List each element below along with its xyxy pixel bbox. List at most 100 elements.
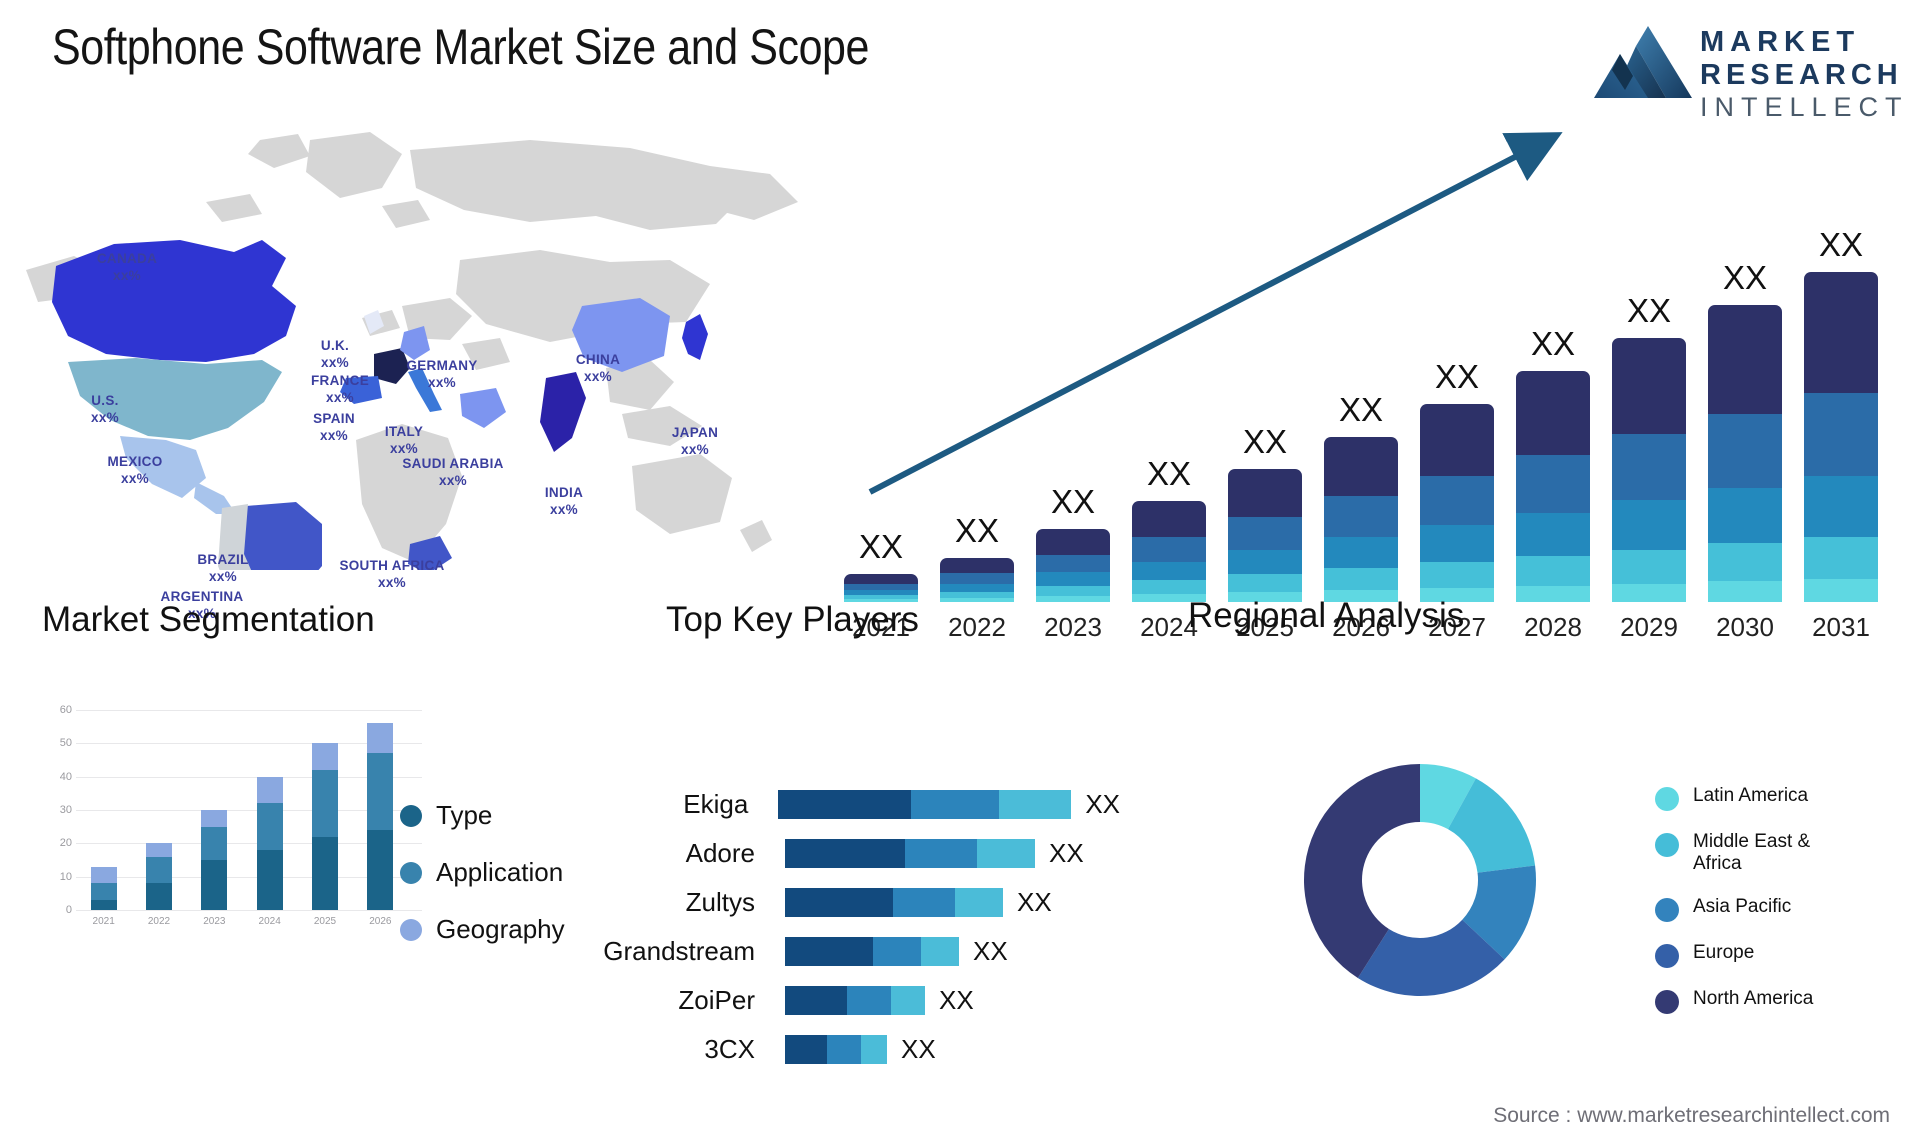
forecast-segment-layer-2	[1612, 549, 1686, 584]
segmentation-segment-type	[256, 850, 283, 910]
segmentation-segment-type	[201, 860, 228, 910]
map-label-value: xx%	[209, 569, 237, 585]
key-player-value: XX	[1085, 788, 1120, 819]
legend-dot-icon	[400, 918, 422, 941]
forecast-bar-stack	[844, 574, 918, 602]
regional-legend-label: Middle East & Africa	[1693, 831, 1811, 875]
legend-dot-icon	[400, 804, 422, 827]
legend-dot-icon	[1655, 897, 1679, 922]
regional-title: Regional Analysis	[1188, 596, 1465, 635]
forecast-bar-value: XX	[1434, 357, 1480, 395]
forecast-segment-layer-3	[1132, 561, 1206, 581]
segmentation-segment-geography	[146, 843, 172, 857]
forecast-segment-layer-1-bottom	[1516, 585, 1590, 602]
regional-legend-item: Middle East & Africa	[1655, 831, 1843, 876]
forecast-segment-layer-1-bottom	[1708, 581, 1782, 602]
map-label-spain: SPAIN xx%	[313, 410, 355, 445]
forecast-segment-layer-2	[1036, 585, 1110, 596]
key-player-segment-segment-a	[778, 789, 912, 819]
forecast-bar-value: XX	[1050, 483, 1096, 521]
key-player-segment-segment-a	[785, 1034, 827, 1064]
segmentation-y-tick: 40	[59, 770, 72, 783]
regional-legend-label: Asia Pacific	[1693, 895, 1792, 917]
map-label-india: INDIA xx%	[545, 484, 583, 519]
segmentation-segment-geography	[90, 866, 117, 884]
map-label-country: JAPAN	[671, 425, 719, 440]
segmentation-segment-geography	[201, 810, 228, 827]
regional-legend: Latin America Middle East & Africa Asia Pa…	[1655, 785, 1843, 1034]
key-player-name: Adore	[685, 837, 755, 868]
key-player-value: XX	[939, 984, 974, 1015]
forecast-year-label: 2031	[1812, 612, 1870, 642]
legend-dot-icon	[400, 861, 422, 884]
forecast-bar-2022: XX 2022	[940, 512, 1014, 642]
segmentation-legend: Type Application Geography	[400, 800, 565, 971]
key-player-segment-segment-b	[911, 789, 1000, 819]
forecast-bar-2026: XX 2026	[1324, 391, 1398, 642]
forecast-segment-layer-3	[1708, 487, 1782, 544]
regional-legend-item: Latin America	[1655, 785, 1843, 811]
forecast-segment-layer-3	[1228, 549, 1302, 575]
forecast-year-label: 2029	[1620, 612, 1678, 642]
map-label-value: xx%	[550, 502, 578, 518]
forecast-segment-layer-4	[1612, 434, 1686, 501]
forecast-bar-value: XX	[1722, 258, 1768, 296]
key-player-segment-segment-b	[827, 1034, 861, 1064]
segmentation-segment-geography	[367, 723, 394, 754]
segmentation-gridline	[76, 710, 422, 711]
segmentation-x-tick: 2025	[313, 916, 337, 927]
forecast-segment-layer-1-bottom	[1036, 595, 1110, 602]
forecast-bar-2023: XX 2023	[1036, 483, 1110, 642]
forecast-segment-layer-4	[1132, 537, 1206, 562]
forecast-bar-value: XX	[1242, 423, 1288, 461]
map-label-u-s-: U.S. xx%	[91, 392, 119, 427]
forecast-segment-layer-2	[1516, 555, 1590, 586]
forecast-bar-stack	[1132, 501, 1206, 602]
forecast-segment-layer-5-top	[1228, 469, 1302, 517]
forecast-segment-layer-3	[1324, 537, 1398, 569]
map-label-country: MEXICO	[107, 454, 163, 469]
forecast-segment-layer-3	[1612, 500, 1686, 550]
segmentation-segment-application	[146, 856, 172, 884]
forecast-segment-layer-5-top	[1420, 403, 1494, 476]
key-player-bar	[778, 789, 1072, 819]
segmentation-segment-application	[90, 883, 117, 900]
forecast-segment-layer-5-top	[1804, 272, 1878, 394]
forecast-bar-stack	[940, 557, 1014, 602]
forecast-segment-layer-5-top	[844, 574, 918, 584]
segmentation-y-tick: 60	[59, 704, 72, 716]
segmentation-x-tick: 2021	[92, 916, 115, 927]
segmentation-plot: 0 10 20 30 40 50 60 2021 2022 2023 2024 2025 2026	[42, 704, 422, 927]
map-label-country: SOUTH AFRICA	[339, 558, 445, 573]
key-player-bar	[785, 1034, 887, 1064]
legend-dot-icon	[1655, 787, 1679, 811]
forecast-segment-layer-4	[1804, 393, 1878, 476]
forecast-bar-2030: XX 2030	[1708, 259, 1782, 642]
key-player-name: Zultys	[685, 886, 755, 917]
map-label-south-africa: SOUTH AFRICA xx%	[339, 557, 444, 592]
key-player-value: XX	[1049, 837, 1084, 868]
forecast-segment-layer-2	[1708, 543, 1782, 582]
forecast-bar-value: XX	[1530, 324, 1576, 362]
segmentation-bar-2021: 2021	[90, 866, 117, 927]
segmentation-segment-geography	[256, 776, 283, 804]
key-player-row: Adore XX	[600, 829, 1120, 877]
map-label-brazil: BRAZIL xx%	[197, 551, 248, 586]
regional-legend-label: Latin America	[1693, 785, 1809, 806]
map-label-mexico: MEXICO xx%	[107, 453, 162, 488]
map-label-value: xx%	[326, 390, 354, 406]
forecast-segment-layer-2	[1420, 561, 1494, 588]
segmentation-segment-type	[367, 830, 394, 910]
key-player-row: 3CX XX	[600, 1025, 1120, 1073]
key-player-segment-segment-c	[921, 936, 959, 966]
key-player-name: Grandstream	[603, 935, 755, 966]
regional-legend-item: North America	[1655, 988, 1843, 1014]
regional-legend-label: North America	[1693, 987, 1814, 1009]
forecast-bar-stack	[1420, 403, 1494, 602]
segmentation-segment-application	[201, 826, 228, 860]
forecast-segment-layer-4	[1036, 554, 1110, 573]
key-player-segment-segment-c	[977, 838, 1035, 868]
forecast-segment-layer-3	[1804, 475, 1878, 538]
segmentation-x-tick: 2026	[369, 916, 392, 927]
forecast-segment-layer-3	[1516, 512, 1590, 556]
